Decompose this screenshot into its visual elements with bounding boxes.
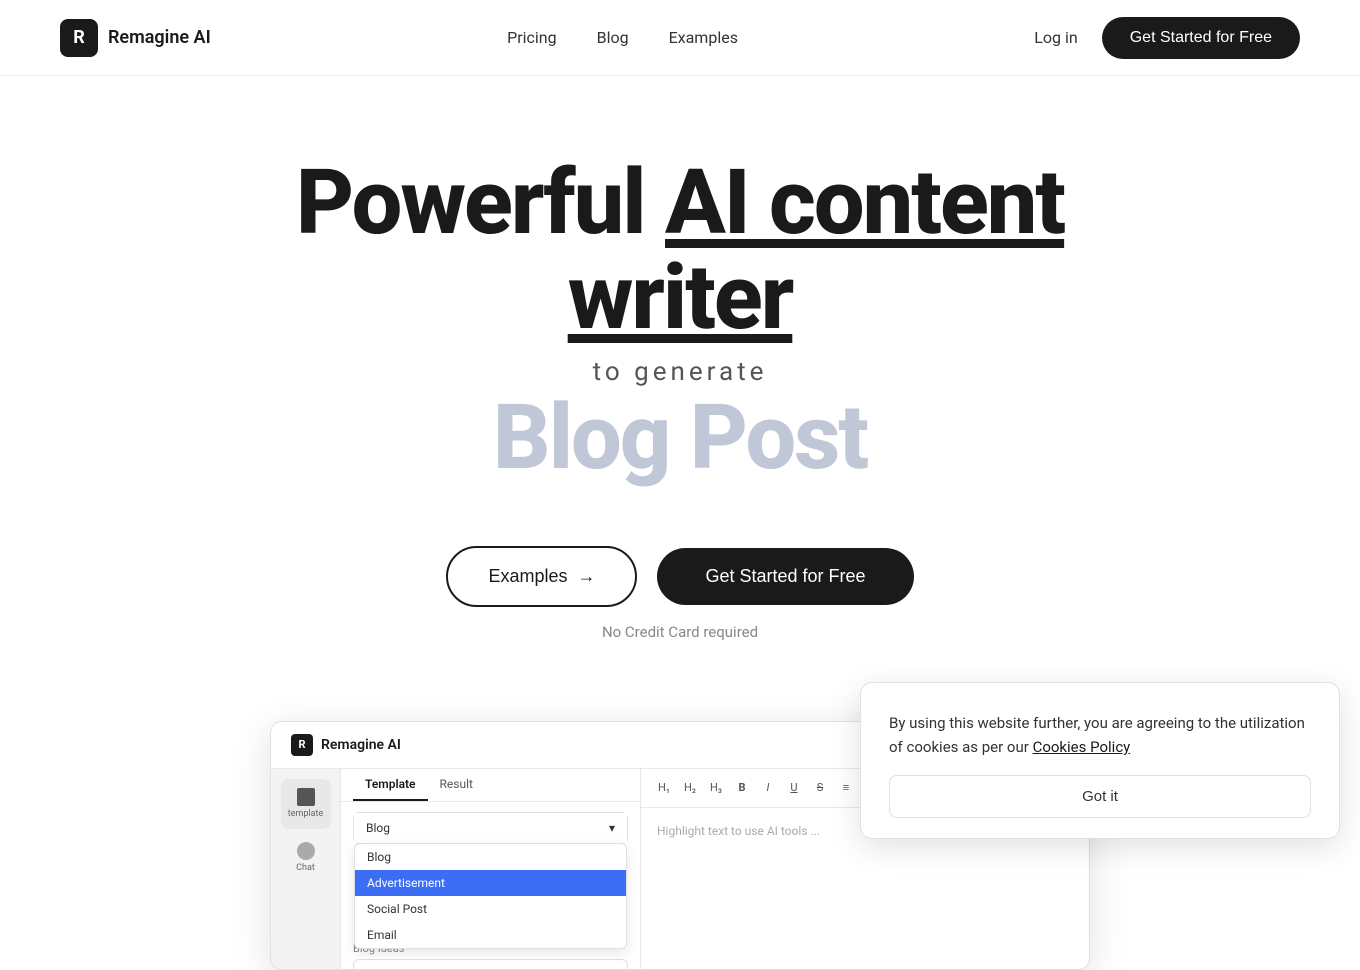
nav-link-blog[interactable]: Blog [597, 28, 629, 47]
arrow-right-icon: → [577, 566, 595, 587]
hero-subtitle: to generate [593, 357, 768, 387]
toolbar-bold[interactable]: B [731, 777, 753, 799]
toolbar-underline[interactable]: U [783, 777, 805, 799]
sidebar-chat-item[interactable]: Chat [281, 833, 331, 883]
dropdown-area: Blog ▾ Blog Advertisement Social Post Em… [341, 802, 640, 854]
got-it-button[interactable]: Got it [889, 775, 1311, 818]
tab-template[interactable]: Template [353, 769, 428, 801]
sidebar-template-label: template [288, 809, 323, 819]
examples-button[interactable]: Examples → [446, 546, 637, 607]
get-started-button[interactable]: Get Started for Free [657, 548, 913, 605]
hero-title-part1: Powerful [296, 150, 645, 255]
dropdown-item-advertisement[interactable]: Advertisement [355, 870, 626, 896]
hero-buttons: Examples → Get Started for Free [446, 546, 913, 607]
dropdown-item-email[interactable]: Email [355, 922, 626, 948]
nav-link-pricing[interactable]: Pricing [507, 28, 557, 47]
nav-cta-button[interactable]: Get Started for Free [1102, 17, 1300, 59]
toolbar-h2[interactable]: H₂ [679, 777, 701, 799]
cookie-text: By using this website further, you are a… [889, 711, 1311, 759]
type-dropdown[interactable]: Blog ▾ Blog Advertisement Social Post Em… [353, 812, 628, 844]
login-link[interactable]: Log in [1034, 28, 1077, 47]
chevron-down-icon: ▾ [609, 821, 615, 835]
hero-dynamic-text: Blog Post [493, 391, 867, 486]
logo-link[interactable]: R Remagine AI [60, 19, 211, 57]
nav-right: Log in Get Started for Free [1034, 17, 1300, 59]
preview-sidebar: template Chat [271, 769, 341, 969]
navigation: R Remagine AI Pricing Blog Examples Log … [0, 0, 1360, 76]
preview-tabs: Template Result [341, 769, 640, 802]
preview-logo-icon: R [291, 734, 313, 756]
logo-icon: R [60, 19, 98, 57]
toolbar-italic[interactable]: I [757, 777, 779, 799]
cookies-policy-link[interactable]: Cookies Policy [1033, 738, 1131, 756]
toolbar-align[interactable]: ≡ [835, 777, 857, 799]
logo-text: Remagine AI [108, 27, 211, 48]
nav-link-examples[interactable]: Examples [669, 28, 738, 47]
cookie-banner: By using this website further, you are a… [860, 682, 1340, 839]
sidebar-template-item[interactable]: template [281, 779, 331, 829]
hero-section: Powerful AI content writer to generate B… [0, 76, 1360, 681]
toolbar-h1[interactable]: H₁ [653, 777, 675, 799]
preview-left-panel: Template Result Blog ▾ Blog Advertisemen… [341, 769, 641, 969]
nav-links: Pricing Blog Examples [507, 28, 738, 47]
toolbar-strikethrough[interactable]: S [809, 777, 831, 799]
hero-title: Powerful AI content writer [296, 156, 1064, 345]
dropdown-header: Blog ▾ [354, 813, 627, 843]
dropdown-item-social-post[interactable]: Social Post [355, 896, 626, 922]
dropdown-item-blog[interactable]: Blog [355, 844, 626, 870]
dropdown-list: Blog Advertisement Social Post Email [354, 843, 627, 949]
tab-result[interactable]: Result [428, 769, 485, 801]
blog-ideas-input[interactable] [353, 959, 628, 970]
template-icon [297, 788, 315, 806]
sidebar-chat-label: Chat [296, 863, 315, 873]
chat-icon [297, 842, 315, 860]
no-credit-card-text: No Credit Card required [602, 623, 758, 641]
toolbar-h3[interactable]: H₃ [705, 777, 727, 799]
preview-logo: R Remagine AI [291, 734, 401, 756]
